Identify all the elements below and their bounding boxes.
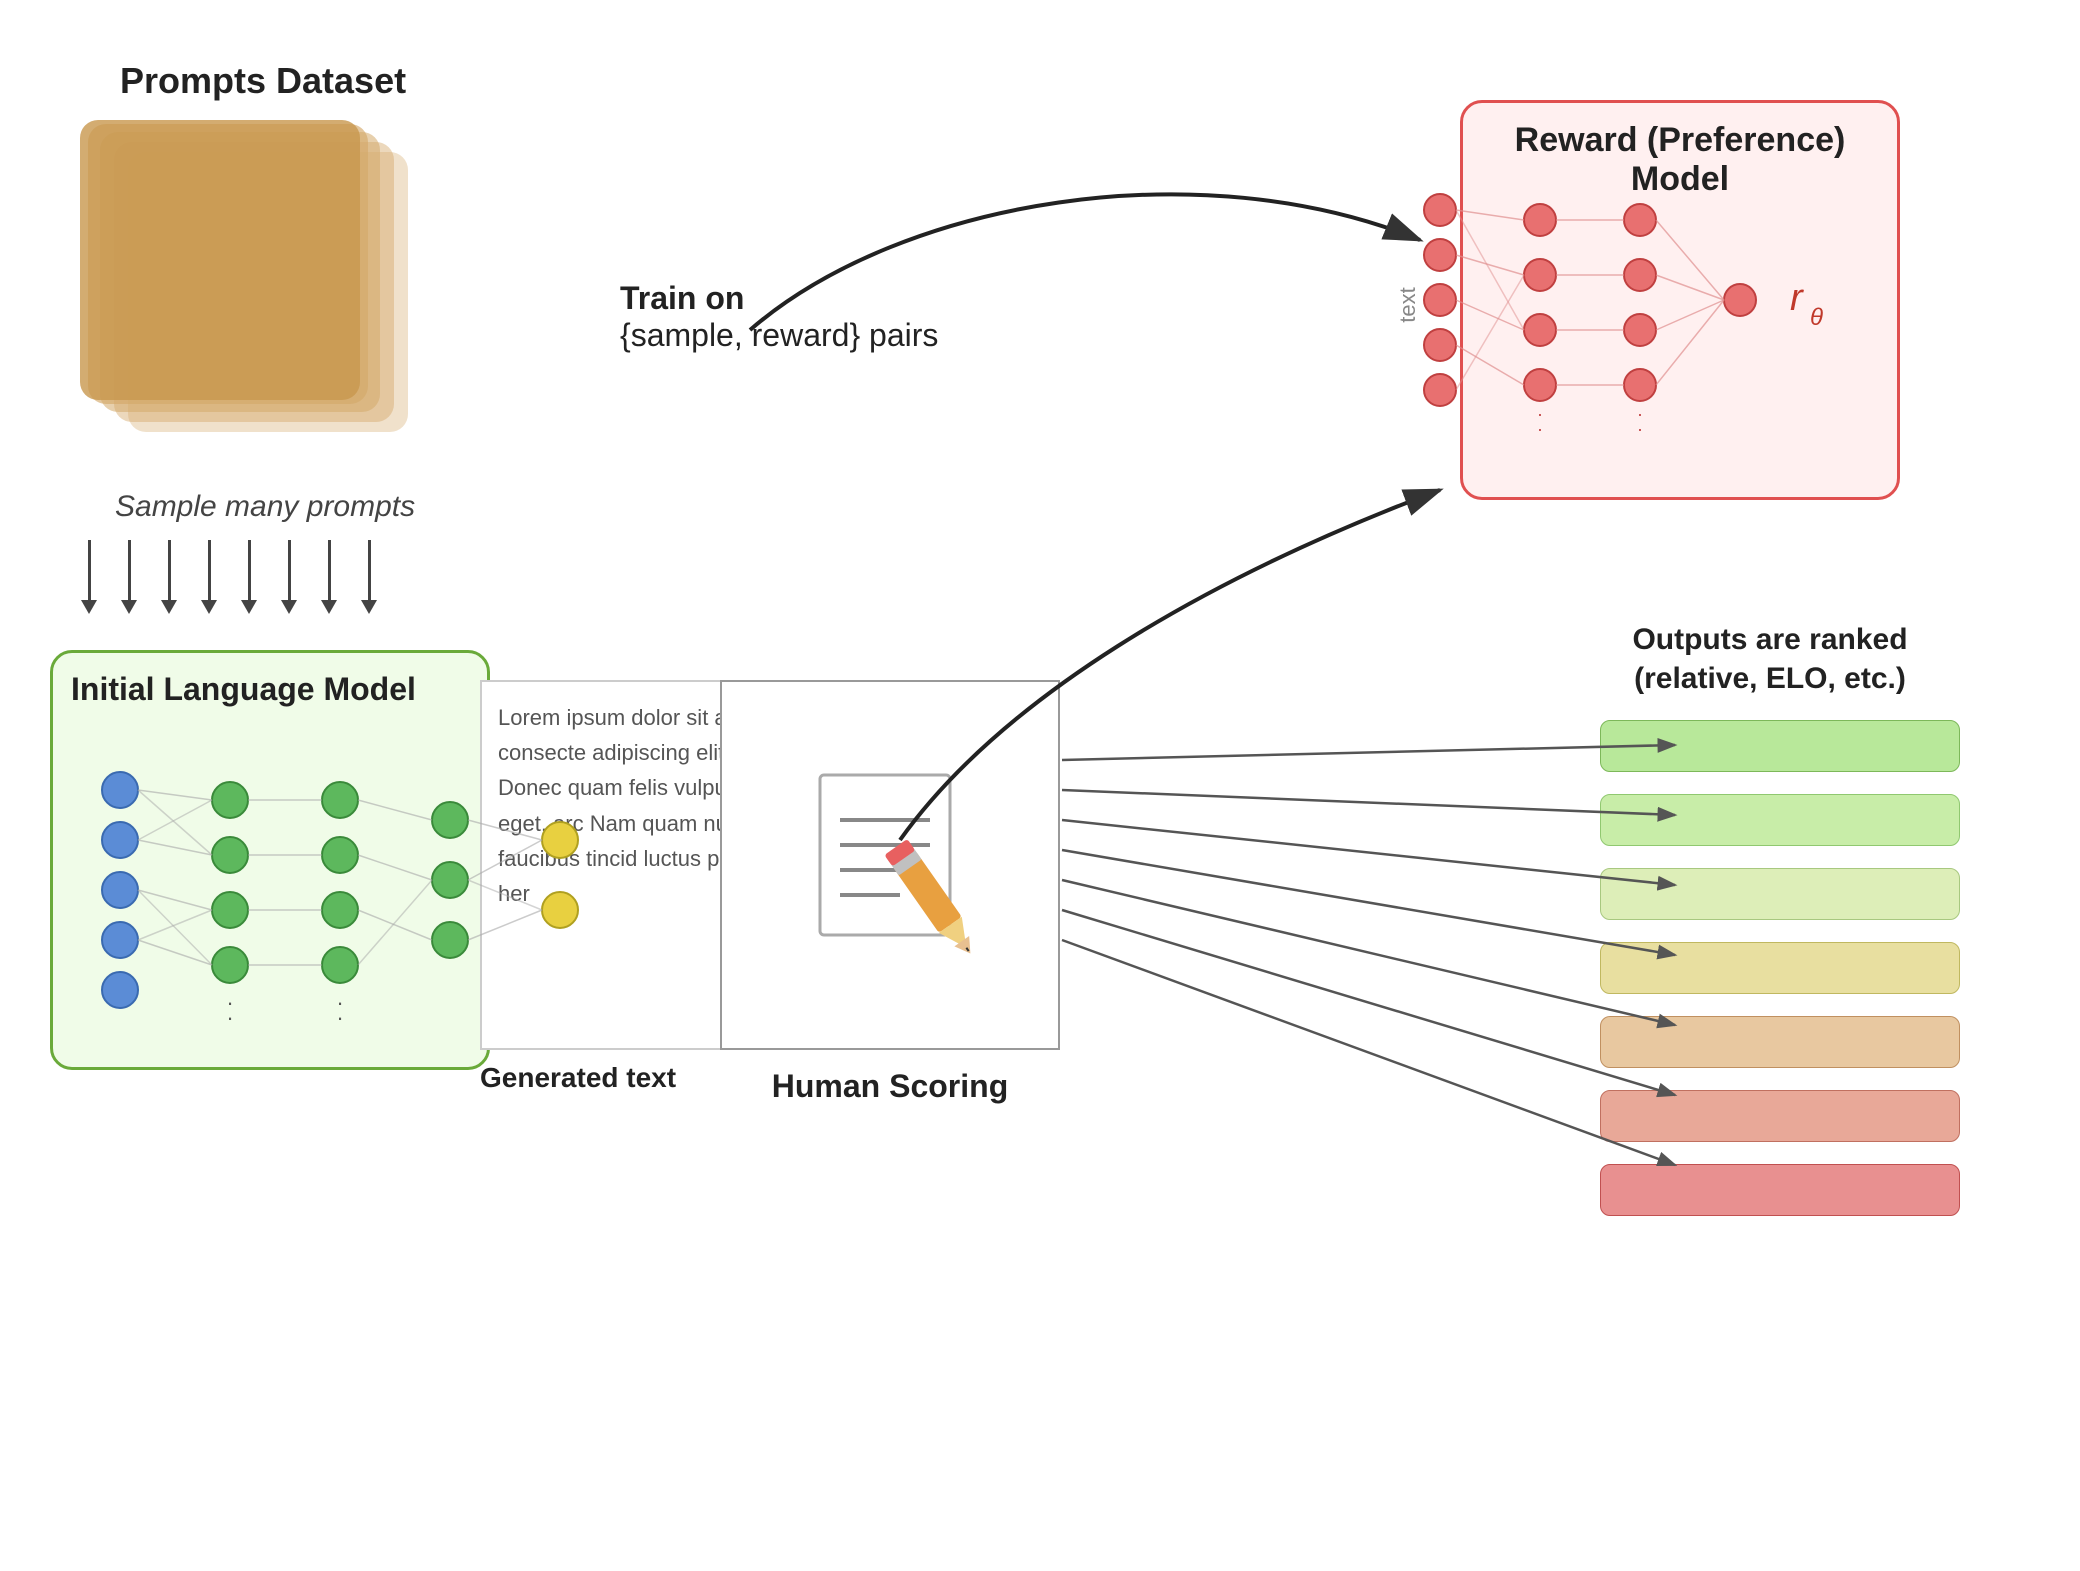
human-scoring-box [720, 680, 1060, 1050]
arrows-down [80, 540, 378, 614]
ranked-bar-0 [1600, 720, 1960, 772]
sample-label: Sample many prompts [115, 490, 415, 524]
ranked-bar-4 [1600, 1016, 1960, 1068]
arrow-3 [160, 540, 178, 614]
human-scoring-icon [800, 765, 980, 965]
train-subtext: {sample, reward} pairs [620, 317, 938, 353]
train-label: Train on {sample, reward} pairs [620, 280, 938, 354]
human-scoring-label: Human Scoring [735, 1068, 1045, 1105]
arrow-7 [320, 540, 338, 614]
arrow-8 [360, 540, 378, 614]
diagram-container: Prompts Dataset Sample many prompts Init… [0, 0, 2080, 1571]
arrow-2 [120, 540, 138, 614]
prompts-dataset-label: Prompts Dataset [120, 60, 406, 102]
ilm-title: Initial Language Model [71, 671, 469, 708]
outputs-title: Outputs are ranked(relative, ELO, etc.) [1632, 623, 1907, 695]
reward-box: Reward (Preference) Model [1460, 100, 1900, 500]
ranked-bars [1600, 720, 1960, 1216]
ranked-bar-2 [1600, 868, 1960, 920]
ranked-bar-1 [1600, 794, 1960, 846]
arrow-1 [80, 540, 98, 614]
arrow-5 [240, 540, 258, 614]
ilm-box: Initial Language Model [50, 650, 490, 1070]
train-bold: Train on [620, 280, 744, 316]
svg-text:text: text [1395, 287, 1420, 322]
paper-5 [80, 120, 360, 400]
arrow-4 [200, 540, 218, 614]
arrow-6 [280, 540, 298, 614]
ranked-bar-5 [1600, 1090, 1960, 1142]
ranked-bar-3 [1600, 942, 1960, 994]
generated-text-label: Generated text [480, 1062, 676, 1094]
reward-title: Reward (Preference) Model [1481, 121, 1879, 199]
stacked-papers [80, 120, 420, 440]
outputs-label: Outputs are ranked(relative, ELO, etc.) [1590, 620, 1950, 698]
ranked-bar-6 [1600, 1164, 1960, 1216]
